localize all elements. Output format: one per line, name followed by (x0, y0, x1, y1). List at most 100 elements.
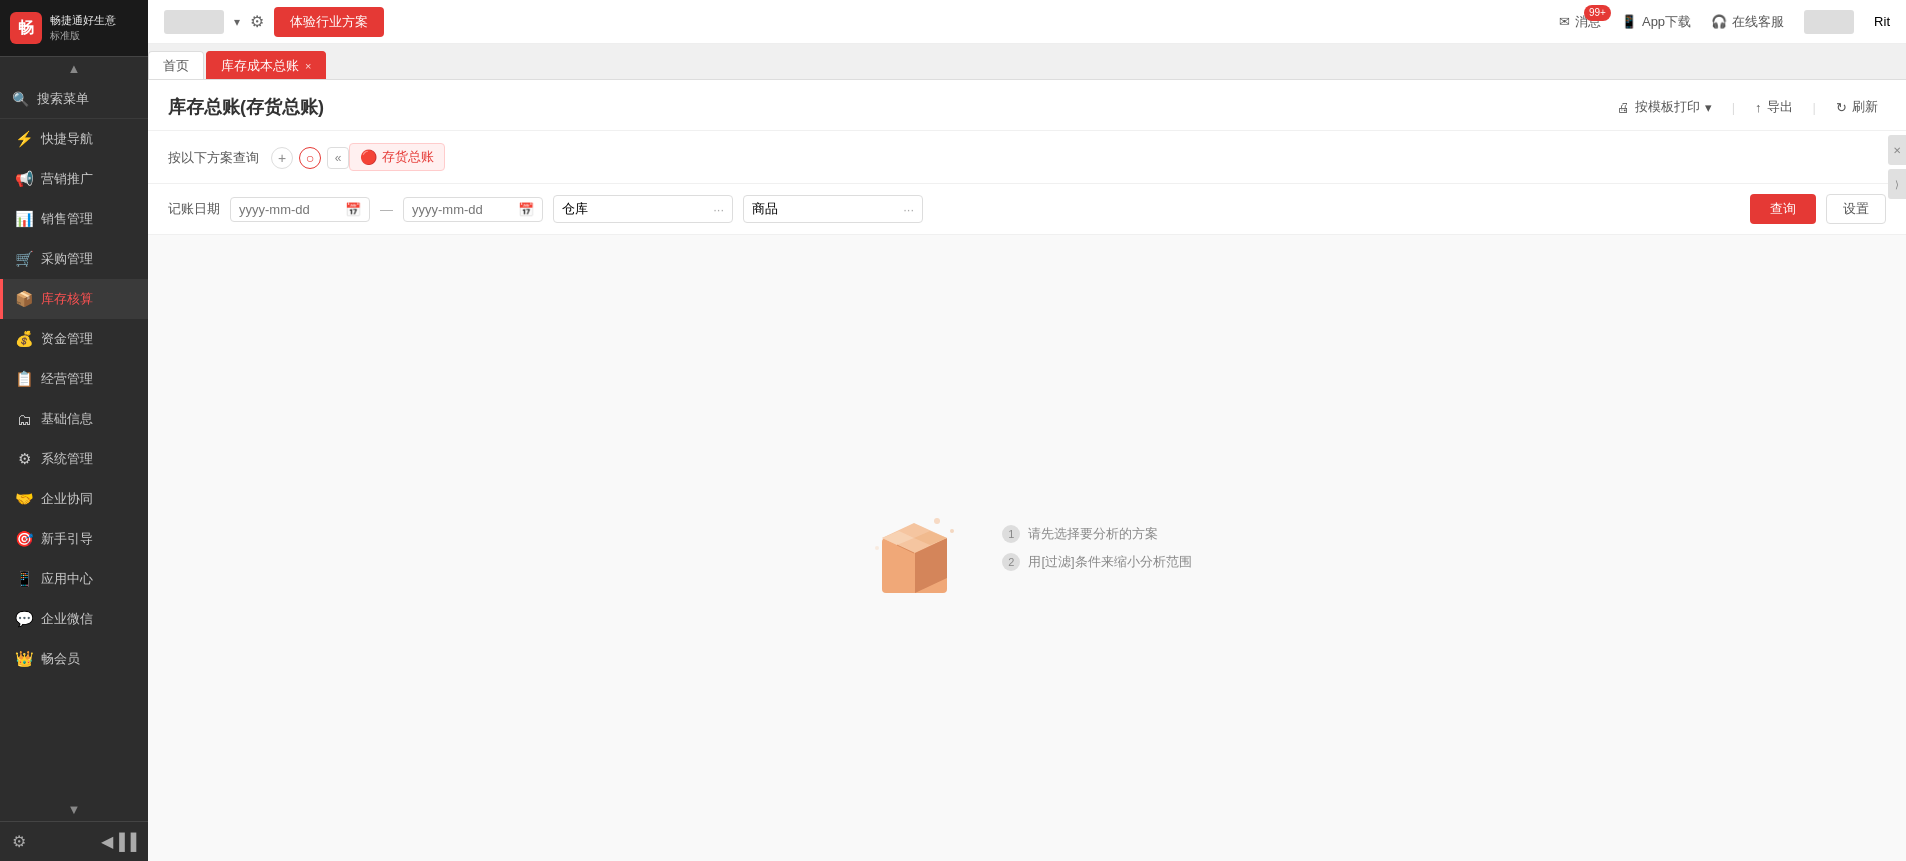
sidebar-item-app-center[interactable]: 📱 应用中心 (0, 559, 148, 599)
filter-settings-btn[interactable]: 设置 (1826, 194, 1886, 224)
scroll-up-btn[interactable]: ▲ (0, 57, 148, 80)
export-label: 导出 (1767, 98, 1793, 116)
warehouse-filter-field[interactable]: 仓库 ··· (553, 195, 733, 223)
filter-scheme-label: 按以下方案查询 (168, 143, 259, 167)
hint-num-1: 1 (1002, 525, 1020, 543)
sidebar-item-system[interactable]: ⚙ 系统管理 (0, 439, 148, 479)
page-title: 库存总账(存货总账) (168, 95, 324, 119)
page-header-actions: 🖨 按模板打印 ▾ | ↑ 导出 | ↻ 刷新 (1609, 94, 1886, 120)
purchase-icon: 🛒 (15, 250, 33, 268)
vip-icon: 👑 (15, 650, 33, 668)
refresh-btn[interactable]: ↻ 刷新 (1828, 94, 1886, 120)
calendar-end-icon[interactable]: 📅 (518, 202, 534, 217)
sidebar-item-newbie[interactable]: 🎯 新手引导 (0, 519, 148, 559)
filter-add-btn[interactable]: + (271, 147, 293, 169)
sidebar-item-sales[interactable]: 📊 销售管理 (0, 199, 148, 239)
sidebar-item-purchase[interactable]: 🛒 采购管理 (0, 239, 148, 279)
filter-collapse-btn[interactable]: « (327, 147, 349, 169)
warehouse-label: 仓库 (562, 200, 588, 218)
newbie-icon: 🎯 (15, 530, 33, 548)
system-icon: ⚙ (15, 450, 33, 468)
empty-state-content: 1 请先选择要分析的方案 2 用[过滤]条件来缩小分析范围 (862, 493, 1191, 603)
sidebar-item-quick-nav[interactable]: ⚡ 快捷导航 (0, 119, 148, 159)
scheme-item[interactable]: 🔴 存货总账 (349, 143, 445, 171)
product-more-icon[interactable]: ··· (903, 202, 914, 217)
settings-gear-icon[interactable]: ⚙ (12, 832, 26, 851)
svg-point-6 (934, 518, 940, 524)
print-btn[interactable]: 🖨 按模板打印 ▾ (1609, 94, 1720, 120)
product-label: 商品 (752, 200, 778, 218)
search-btn[interactable]: 查询 (1750, 194, 1816, 224)
sidebar-item-wechat[interactable]: 💬 企业微信 (0, 599, 148, 639)
sidebar-nav: ⚡ 快捷导航 📢 营销推广 📊 销售管理 🛒 采购管理 📦 库存核算 💰 资金管… (0, 119, 148, 798)
empty-illustration (862, 493, 972, 603)
refresh-icon: ↻ (1836, 100, 1847, 115)
tab-home-label: 首页 (163, 57, 189, 75)
header-user-avatar (1804, 10, 1854, 34)
app-center-icon: 📱 (15, 570, 33, 588)
sidebar-item-vip[interactable]: 👑 畅会员 (0, 639, 148, 679)
empty-hint-1: 1 请先选择要分析的方案 (1002, 525, 1191, 543)
sidebar-label-inventory: 库存核算 (41, 290, 93, 308)
online-support-label: 在线客服 (1732, 13, 1784, 31)
industry-btn[interactable]: 体验行业方案 (274, 7, 384, 37)
date-start-input[interactable] (239, 202, 339, 217)
logo-subtitle: 标准版 (50, 29, 116, 43)
message-btn[interactable]: ✉ 消息 99+ (1559, 13, 1601, 31)
empty-state: 1 请先选择要分析的方案 2 用[过滤]条件来缩小分析范围 (148, 235, 1906, 861)
page-content: 库存总账(存货总账) 🖨 按模板打印 ▾ | ↑ 导出 | ↻ 刷新 (148, 80, 1906, 861)
svg-point-7 (950, 529, 954, 533)
export-btn[interactable]: ↑ 导出 (1747, 94, 1801, 120)
filter-remove-btn[interactable]: ○ (299, 147, 321, 169)
panel-expand-btn[interactable]: ⟩ (1888, 169, 1906, 199)
header-user-name: Rit (1874, 14, 1890, 29)
sidebar-item-finance[interactable]: 💰 资金管理 (0, 319, 148, 359)
side-panel-btns: ✕ ⟩ (1888, 135, 1906, 199)
sidebar-label-wechat: 企业微信 (41, 610, 93, 628)
date-filter-row: 记账日期 📅 — 📅 仓库 ··· 商品 ··· 查询 设置 (148, 184, 1906, 235)
product-filter-field[interactable]: 商品 ··· (743, 195, 923, 223)
sidebar-label-basics: 基础信息 (41, 410, 93, 428)
app-download-btn[interactable]: 📱 App下载 (1621, 13, 1691, 31)
page-header: 库存总账(存货总账) 🖨 按模板打印 ▾ | ↑ 导出 | ↻ 刷新 (148, 80, 1906, 131)
print-dropdown-icon[interactable]: ▾ (1705, 100, 1712, 115)
empty-hint-2: 2 用[过滤]条件来缩小分析范围 (1002, 553, 1191, 571)
warehouse-more-icon[interactable]: ··· (713, 202, 724, 217)
date-start-input-wrapper: 📅 (230, 197, 370, 222)
date-end-input-wrapper: 📅 (403, 197, 543, 222)
header-right: ✉ 消息 99+ 📱 App下载 🎧 在线客服 Rit (1559, 10, 1890, 34)
phone-icon: 📱 (1621, 14, 1637, 29)
date-label: 记账日期 (168, 200, 220, 218)
header-dropdown-arrow[interactable]: ▾ (234, 15, 240, 29)
scheme-icon: 🔴 (360, 149, 377, 165)
tab-inventory-ledger[interactable]: 库存成本总账 × (206, 51, 326, 79)
wechat-icon: 💬 (15, 610, 33, 628)
filter-add-btns: + ○ « (271, 143, 349, 169)
sidebar-label-cooperation: 企业协同 (41, 490, 93, 508)
sidebar-item-operation[interactable]: 📋 经营管理 (0, 359, 148, 399)
tab-home[interactable]: 首页 (148, 51, 204, 79)
tab-bar: 首页 库存成本总账 × (148, 44, 1906, 80)
header-gear-icon[interactable]: ⚙ (250, 12, 264, 31)
sidebar-item-marketing[interactable]: 📢 营销推广 (0, 159, 148, 199)
main-area: ▾ ⚙ 体验行业方案 ✉ 消息 99+ 📱 App下载 🎧 在线客服 Rit (148, 0, 1906, 861)
date-end-input[interactable] (412, 202, 512, 217)
sidebar-label-purchase: 采购管理 (41, 250, 93, 268)
quick-nav-icon: ⚡ (15, 130, 33, 148)
sidebar-item-cooperation[interactable]: 🤝 企业协同 (0, 479, 148, 519)
panel-close-btn[interactable]: ✕ (1888, 135, 1906, 165)
hint-text-2: 用[过滤]条件来缩小分析范围 (1028, 553, 1191, 571)
tab-close-icon[interactable]: × (305, 60, 311, 72)
scroll-down-btn[interactable]: ▼ (0, 798, 148, 821)
header-left: ▾ ⚙ 体验行业方案 (164, 7, 384, 37)
sidebar-label-quick-nav: 快捷导航 (41, 130, 93, 148)
calendar-start-icon[interactable]: 📅 (345, 202, 361, 217)
sidebar-item-inventory[interactable]: 📦 库存核算 (0, 279, 148, 319)
online-support-btn[interactable]: 🎧 在线客服 (1711, 13, 1784, 31)
filter-section: 按以下方案查询 + ○ « 🔴 存货总账 (148, 131, 1906, 184)
search-menu-item[interactable]: 🔍 搜索菜单 (0, 80, 148, 119)
search-menu-label: 搜索菜单 (37, 90, 89, 108)
sidebar-label-sales: 销售管理 (41, 210, 93, 228)
sidebar-item-basics[interactable]: 🗂 基础信息 (0, 399, 148, 439)
audio-icon[interactable]: ◀▐▐ (101, 832, 136, 851)
